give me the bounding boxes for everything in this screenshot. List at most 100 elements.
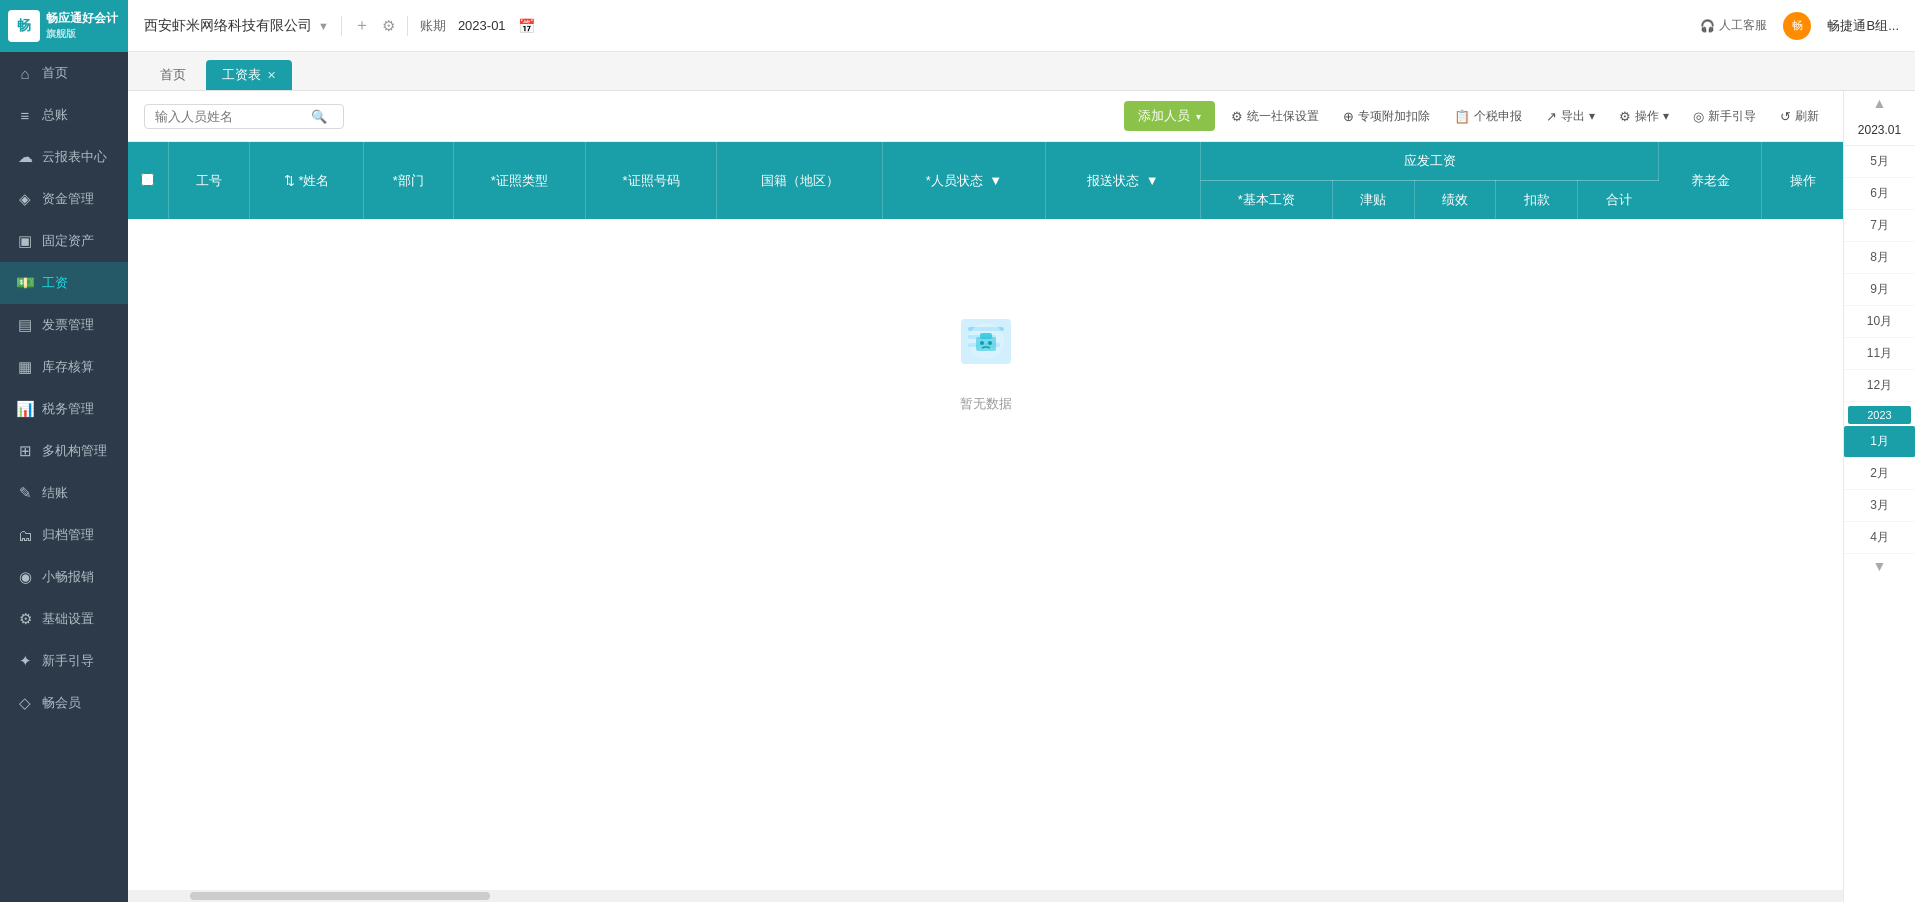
th-actions: 操作 [1762,142,1843,219]
social-settings-label: 统一社保设置 [1247,108,1319,125]
social-icon: ⚙ [1231,109,1243,124]
th-total: 合计 [1578,181,1659,220]
company-settings-button[interactable]: ⚙ [382,17,395,35]
service-button[interactable]: 🎧 人工客服 [1700,17,1767,34]
export-label: 导出 [1561,108,1585,125]
sidebar-item-label: 小畅报销 [42,568,94,586]
sidebar-item-label: 结账 [42,484,68,502]
personal-tax-button[interactable]: 📋 个税申报 [1446,104,1530,129]
tax-report-icon: 📋 [1454,109,1470,124]
sidebar-item-fixed-assets[interactable]: ▣ 固定资产 [0,220,128,262]
date-month-11[interactable]: 11月 [1844,338,1915,370]
salary-icon: 💵 [16,274,34,292]
refresh-button[interactable]: ↺ 刷新 [1772,104,1827,129]
sidebar-item-expense[interactable]: ◉ 小畅报销 [0,556,128,598]
social-settings-button[interactable]: ⚙ 统一社保设置 [1223,104,1327,129]
app-title: 畅应通好会计 [46,11,118,27]
special-deduction-button[interactable]: ⊕ 专项附加扣除 [1335,104,1438,129]
tab-salary[interactable]: 工资表 ✕ [206,60,292,90]
date-nav-down[interactable]: ▼ [1844,554,1915,578]
ledger-icon: ≡ [16,107,34,124]
status-filter-icon[interactable]: ▼ [989,173,1002,188]
th-checkbox[interactable] [128,142,168,219]
date-month-2[interactable]: 2月 [1844,458,1915,490]
date-month-3[interactable]: 3月 [1844,490,1915,522]
sidebar-item-salary[interactable]: 💵 工资 [0,262,128,304]
select-all-checkbox[interactable] [141,173,154,186]
sidebar-item-inventory[interactable]: ▦ 库存核算 [0,346,128,388]
search-box[interactable]: 🔍 [144,104,344,129]
add-person-button[interactable]: 添加人员 ▾ [1124,101,1215,131]
empty-state: 暂无数据 [128,219,1843,493]
sidebar-item-label: 云报表中心 [42,148,107,166]
th-name[interactable]: ⇅ *姓名 [250,142,363,219]
sidebar-item-invoice[interactable]: ▤ 发票管理 [0,304,128,346]
sidebar-item-fund[interactable]: ◈ 资金管理 [0,178,128,220]
report-filter-icon[interactable]: ▼ [1146,173,1159,188]
operations-chevron-icon: ▾ [1663,109,1669,123]
th-id-no: *证照号码 [585,142,717,219]
table-container: 工号 ⇅ *姓名 *部门 *证照类型 *证照号码 国籍（地区） *人员状态 ▼ [128,142,1843,890]
th-performance: 绩效 [1414,181,1496,220]
sidebar-item-cloud-report[interactable]: ☁ 云报表中心 [0,136,128,178]
sidebar-item-ledger[interactable]: ≡ 总账 [0,94,128,136]
home-icon: ⌂ [16,65,34,82]
sidebar-item-guide[interactable]: ✦ 新手引导 [0,640,128,682]
horizontal-scrollbar[interactable] [128,890,1843,902]
period-value: 2023-01 [458,18,506,33]
calendar-icon[interactable]: 📅 [518,18,535,34]
refresh-icon: ↺ [1780,109,1791,124]
th-allowance: 津贴 [1332,181,1414,220]
assets-icon: ▣ [16,232,34,250]
tab-close-icon[interactable]: ✕ [267,69,276,82]
app-subtitle: 旗舰版 [46,27,118,41]
sidebar-item-settlement[interactable]: ✎ 结账 [0,472,128,514]
date-month-4[interactable]: 4月 [1844,522,1915,554]
logo-icon: 畅 [8,10,40,42]
operations-button[interactable]: ⚙ 操作 ▾ [1611,104,1677,129]
th-basic-salary: *基本工资 [1200,181,1332,220]
tab-home[interactable]: 首页 [144,60,202,90]
sidebar-item-home[interactable]: ⌂ 首页 [0,52,128,94]
sidebar-item-label: 基础设置 [42,610,94,628]
search-input[interactable] [155,109,305,124]
new-guide-button[interactable]: ◎ 新手引导 [1685,104,1764,129]
sidebar-item-label: 库存核算 [42,358,94,376]
svg-point-8 [988,341,992,345]
toolbar: 🔍 添加人员 ▾ ⚙ 统一社保设置 ⊕ 专项附加扣除 [128,91,1843,142]
sidebar-item-settings[interactable]: ⚙ 基础设置 [0,598,128,640]
date-month-7[interactable]: 7月 [1844,210,1915,242]
date-month-9[interactable]: 9月 [1844,274,1915,306]
table-header-group: 工号 ⇅ *姓名 *部门 *证照类型 *证照号码 国籍（地区） *人员状态 ▼ [128,142,1843,181]
new-guide-label: 新手引导 [1708,108,1756,125]
app-logo: 畅 畅应通好会计 旗舰版 [0,0,128,52]
sidebar-item-multi-org[interactable]: ⊞ 多机构管理 [0,430,128,472]
guide-icon: ✦ [16,652,34,670]
settings-icon: ⚙ [16,610,34,628]
date-month-8[interactable]: 8月 [1844,242,1915,274]
export-button[interactable]: ↗ 导出 ▾ [1538,104,1603,129]
member-icon: ◇ [16,694,34,712]
date-month-12[interactable]: 12月 [1844,370,1915,402]
sidebar-item-member[interactable]: ◇ 畅会员 [0,682,128,724]
svg-rect-5 [976,337,996,351]
headset-icon: 🎧 [1700,19,1715,33]
personal-tax-label: 个税申报 [1474,108,1522,125]
tax-icon: 📊 [16,400,34,418]
th-deduction: 扣款 [1496,181,1578,220]
scroll-thumb[interactable] [190,892,490,900]
chevron-down-icon: ▼ [318,20,329,32]
add-company-button[interactable]: ＋ [354,15,370,36]
special-deduction-label: 专项附加扣除 [1358,108,1430,125]
date-nav-up[interactable]: ▲ [1844,91,1915,115]
multi-org-icon: ⊞ [16,442,34,460]
sidebar-item-tax[interactable]: 📊 税务管理 [0,388,128,430]
date-month-6[interactable]: 6月 [1844,178,1915,210]
empty-icon [946,299,1026,379]
th-id-type: *证照类型 [453,142,585,219]
date-month-1[interactable]: 1月 [1844,426,1915,458]
date-month-10[interactable]: 10月 [1844,306,1915,338]
sidebar-item-archive[interactable]: 🗂 归档管理 [0,514,128,556]
company-selector[interactable]: 西安虾米网络科技有限公司 ▼ [144,17,329,35]
date-month-5[interactable]: 5月 [1844,146,1915,178]
